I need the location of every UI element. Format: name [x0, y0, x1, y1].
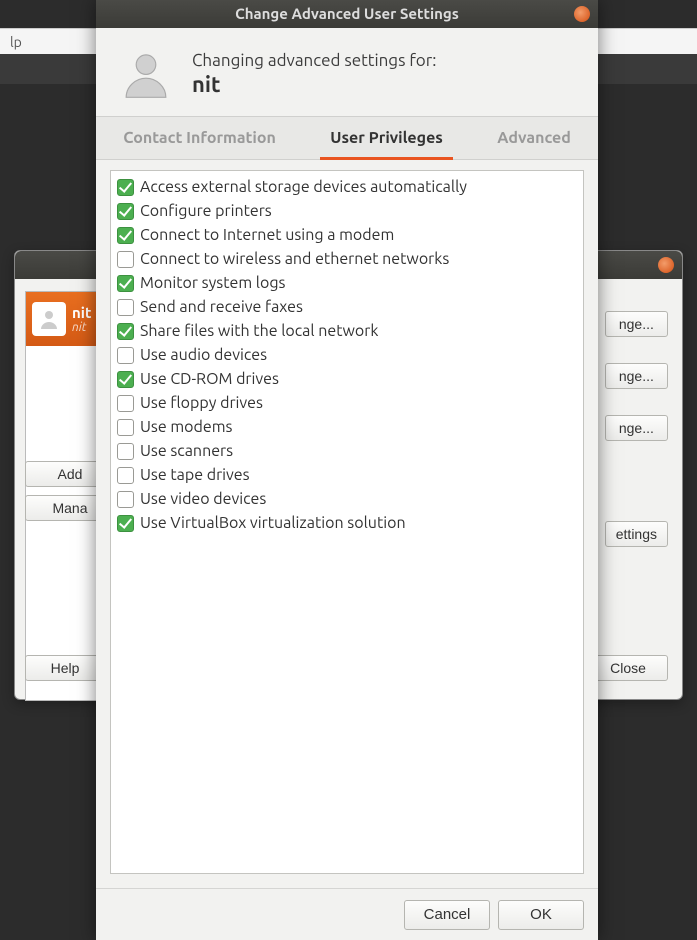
privilege-label: Use audio devices [140, 346, 267, 364]
privilege-label: Use CD-ROM drives [140, 370, 279, 388]
tab-contact[interactable]: Contact Information [96, 117, 303, 159]
user-name: nit [72, 304, 91, 321]
avatar-icon [32, 302, 66, 336]
ok-button[interactable]: OK [498, 900, 584, 930]
privilege-row: Use floppy drives [117, 391, 577, 415]
privilege-checkbox[interactable] [117, 467, 134, 484]
privilege-row: Use tape drives [117, 463, 577, 487]
privilege-checkbox[interactable] [117, 323, 134, 340]
settings-button[interactable]: ettings [605, 521, 668, 547]
privilege-checkbox[interactable] [117, 443, 134, 460]
privilege-checkbox[interactable] [117, 371, 134, 388]
privilege-label: Connect to wireless and ethernet network… [140, 250, 449, 268]
privilege-row: Connect to wireless and ethernet network… [117, 247, 577, 271]
dialog-actions: Cancel OK [96, 888, 598, 940]
privilege-label: Monitor system logs [140, 274, 286, 292]
privilege-checkbox[interactable] [117, 275, 134, 292]
advanced-settings-dialog: Change Advanced User Settings Changing a… [96, 0, 598, 940]
privilege-checkbox[interactable] [117, 491, 134, 508]
privilege-label: Send and receive faxes [140, 298, 303, 316]
privilege-row: Use modems [117, 415, 577, 439]
privilege-label: Connect to Internet using a modem [140, 226, 394, 244]
privilege-checkbox[interactable] [117, 227, 134, 244]
privilege-label: Use modems [140, 418, 232, 436]
tab-bar: Contact Information User Privileges Adva… [96, 116, 598, 160]
tab-advanced[interactable]: Advanced [470, 117, 598, 159]
privilege-row: Monitor system logs [117, 271, 577, 295]
change-button[interactable]: nge... [605, 311, 668, 337]
privilege-checkbox[interactable] [117, 395, 134, 412]
privilege-checkbox[interactable] [117, 515, 134, 532]
privilege-row: Use scanners [117, 439, 577, 463]
close-icon[interactable] [658, 257, 674, 273]
privilege-checkbox[interactable] [117, 179, 134, 196]
dialog-title: Change Advanced User Settings [235, 5, 459, 22]
privilege-row: Use video devices [117, 487, 577, 511]
privilege-checkbox[interactable] [117, 251, 134, 268]
privilege-row: Use audio devices [117, 343, 577, 367]
privilege-label: Use tape drives [140, 466, 250, 484]
privilege-row: Connect to Internet using a modem [117, 223, 577, 247]
dialog-content: Access external storage devices automati… [96, 160, 598, 888]
privilege-label: Configure printers [140, 202, 272, 220]
user-sub: nit [72, 321, 91, 334]
help-button[interactable]: Help [25, 655, 105, 681]
change-button[interactable]: nge... [605, 415, 668, 441]
privilege-checkbox[interactable] [117, 203, 134, 220]
privilege-row: Use VirtualBox virtualization solution [117, 511, 577, 535]
avatar-icon [118, 46, 174, 102]
privilege-row: Share files with the local network [117, 319, 577, 343]
privilege-checkbox[interactable] [117, 347, 134, 364]
privilege-checkbox[interactable] [117, 299, 134, 316]
privilege-row: Use CD-ROM drives [117, 367, 577, 391]
close-icon[interactable] [574, 6, 590, 22]
privilege-label: Share files with the local network [140, 322, 378, 340]
privilege-row: Configure printers [117, 199, 577, 223]
dialog-titlebar: Change Advanced User Settings [96, 0, 598, 28]
tab-privileges[interactable]: User Privileges [303, 117, 470, 159]
header-username: nit [192, 72, 436, 97]
dialog-header: Changing advanced settings for: nit [96, 28, 598, 116]
privilege-row: Send and receive faxes [117, 295, 577, 319]
privileges-list: Access external storage devices automati… [110, 170, 584, 874]
change-button[interactable]: nge... [605, 363, 668, 389]
menubar-item[interactable]: lp [10, 34, 22, 50]
header-caption: Changing advanced settings for: [192, 51, 436, 70]
privilege-label: Use VirtualBox virtualization solution [140, 514, 406, 532]
privilege-row: Access external storage devices automati… [117, 175, 577, 199]
close-button[interactable]: Close [588, 655, 668, 681]
privilege-checkbox[interactable] [117, 419, 134, 436]
privilege-label: Use scanners [140, 442, 233, 460]
cancel-button[interactable]: Cancel [404, 900, 490, 930]
privilege-label: Use floppy drives [140, 394, 263, 412]
privilege-label: Access external storage devices automati… [140, 178, 467, 196]
privilege-label: Use video devices [140, 490, 266, 508]
